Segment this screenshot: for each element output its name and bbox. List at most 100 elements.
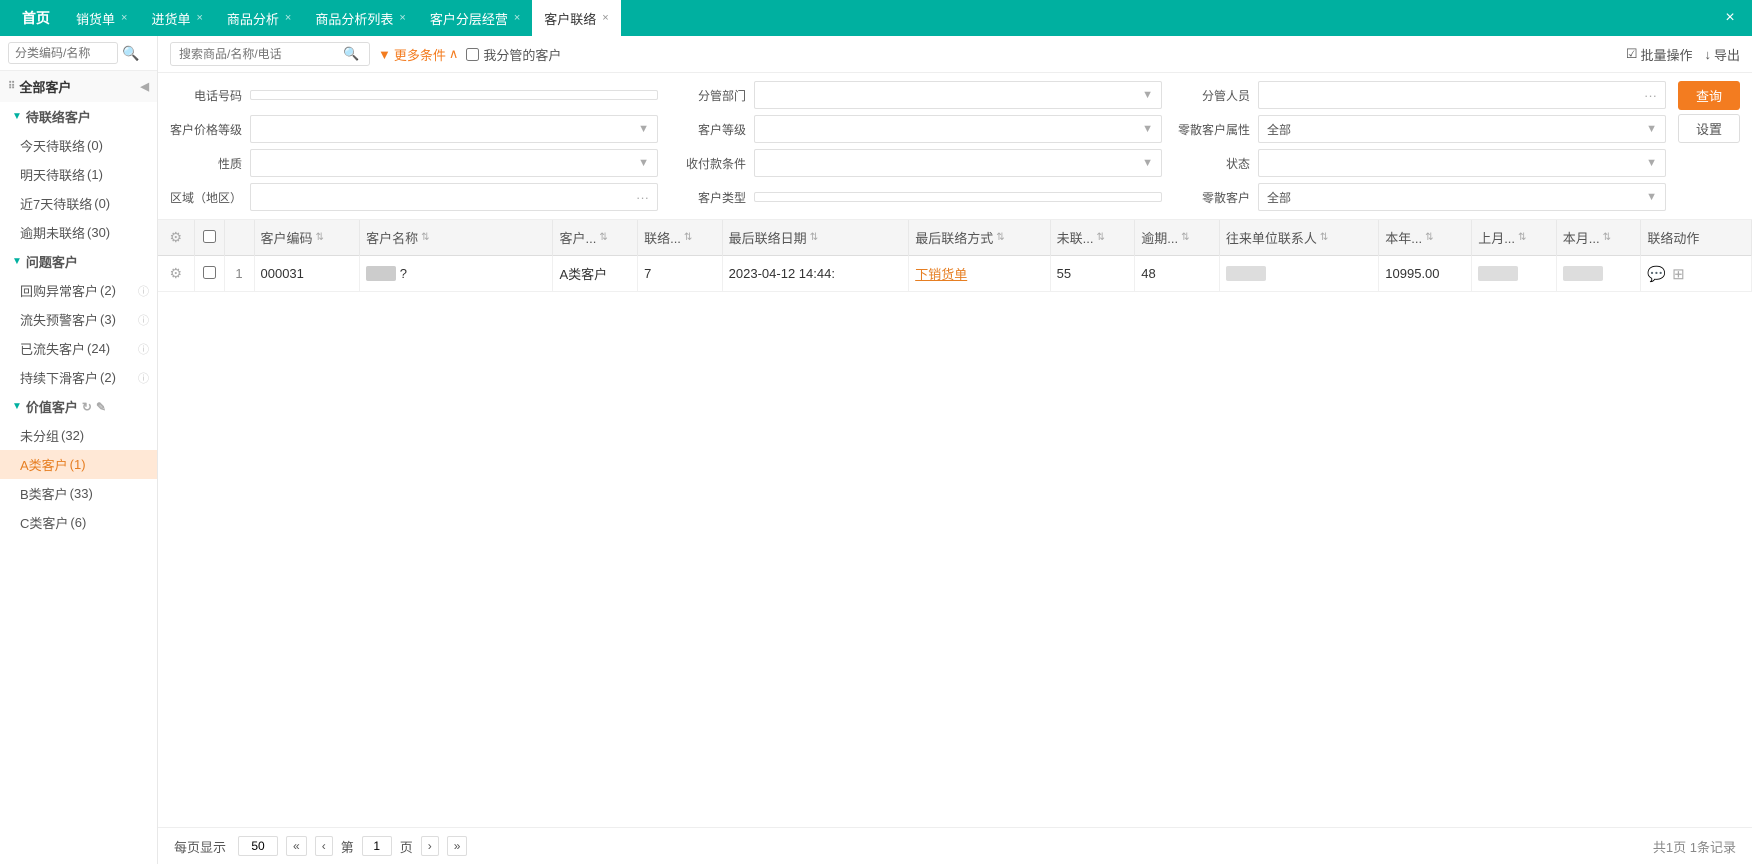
filter-icon: ▼ <box>378 47 391 62</box>
row-chat-icon[interactable]: 💬 <box>1647 265 1666 283</box>
sidebar-search-icon[interactable]: 🔍 <box>122 45 139 62</box>
sidebar-group-pending[interactable]: ▼ 待联络客户 <box>0 102 157 131</box>
sidebar-item-c-class[interactable]: C类客户 (6) <box>0 508 157 537</box>
row-code-cell: 000031 <box>254 256 360 292</box>
filter-manager-select[interactable]: ··· <box>1258 81 1666 109</box>
sidebar-item-today-pending[interactable]: 今天待联络 (0) <box>0 131 157 160</box>
sidebar-item-tomorrow-pending[interactable]: 明天待联络 (1) <box>0 160 157 189</box>
filter-phone-input[interactable] <box>250 90 658 100</box>
nav-tab-salesorder[interactable]: 销货单 × <box>64 0 139 36</box>
sidebar-item-b-class[interactable]: B类客户 (33) <box>0 479 157 508</box>
more-filter-button[interactable]: ▼ 更多条件 ∧ <box>378 45 458 64</box>
close-tab-custsegment-icon[interactable]: × <box>514 12 520 24</box>
filter-dept-select[interactable]: ▼ <box>754 81 1162 109</box>
nav-tab-productanalysis[interactable]: 商品分析 × <box>215 0 303 36</box>
row-link-icon[interactable]: ⊞ <box>1672 265 1685 283</box>
filter-retail-cust-label: 零散客户 <box>1178 189 1258 206</box>
nav-tab-custcontact[interactable]: 客户联络 × <box>532 0 620 36</box>
close-tab-custcontact-icon[interactable]: × <box>602 12 608 24</box>
nav-tab-productlist[interactable]: 商品分析列表 × <box>303 0 417 36</box>
sidebar-group-problem[interactable]: ▼ 问题客户 <box>0 247 157 276</box>
next-page-button[interactable]: › <box>421 836 439 856</box>
filter-payment-chevron-icon: ▼ <box>1142 157 1153 169</box>
toolbar-search-input[interactable] <box>179 47 339 61</box>
batch-operation-button[interactable]: ☑ 批量操作 <box>1626 45 1693 64</box>
sidebar-item-lost-warning[interactable]: 流失预警客户 (3) ⓘ <box>0 305 157 334</box>
filter-region: 区域（地区） ··· <box>170 183 658 211</box>
sidebar-group-value[interactable]: ▼ 价值客户 ↻ ✎ <box>0 392 157 421</box>
filter-actions: 查询 设置 <box>1678 81 1740 143</box>
info-icon-3[interactable]: ⓘ <box>138 341 149 357</box>
sidebar-all-customers[interactable]: ⠿ 全部客户 ◀ <box>0 71 157 102</box>
filter-payment-select[interactable]: ▼ <box>754 149 1162 177</box>
filter-cust-level-chevron-icon: ▼ <box>1142 123 1153 135</box>
last-page-button[interactable]: » <box>447 836 468 856</box>
filter-price-level-chevron-icon: ▼ <box>638 123 649 135</box>
close-tab-salesorder-icon[interactable]: × <box>121 12 127 24</box>
row-gear-icon[interactable]: ⚙ <box>169 265 182 281</box>
prev-page-button[interactable]: ‹ <box>315 836 333 856</box>
row-checkbox[interactable] <box>203 266 216 279</box>
col-unitcontact-header: 往来单位联系人 ⇅ <box>1219 220 1378 256</box>
filter-price-level-select[interactable]: ▼ <box>250 115 658 143</box>
nav-tab-purchaseorder[interactable]: 进货单 × <box>139 0 214 36</box>
info-icon-4[interactable]: ⓘ <box>138 370 149 386</box>
filter-nature: 性质 ▼ <box>170 149 658 177</box>
info-icon-2[interactable]: ⓘ <box>138 312 149 328</box>
current-page-input[interactable] <box>362 836 392 856</box>
collapse-sidebar-icon[interactable]: ◀ <box>141 80 149 93</box>
close-tab-purchaseorder-icon[interactable]: × <box>196 12 202 24</box>
triangle-icon-3: ▼ <box>12 401 22 412</box>
edit-icon[interactable]: ✎ <box>96 400 106 414</box>
toolbar: 🔍 ▼ 更多条件 ∧ 我分管的客户 ☑ 批量操作 ↓ 导出 <box>158 36 1752 73</box>
row-check-cell <box>194 256 224 292</box>
filter-nature-label: 性质 <box>170 155 250 172</box>
sidebar-item-declining[interactable]: 持续下滑客户 (2) ⓘ <box>0 363 157 392</box>
my-customer-checkbox[interactable] <box>466 48 479 61</box>
my-customer-checkbox-container[interactable]: 我分管的客户 <box>466 45 561 64</box>
close-tab-productanalysis-icon[interactable]: × <box>285 12 291 24</box>
toolbar-search-icon[interactable]: 🔍 <box>343 46 359 62</box>
table-settings-icon[interactable]: ⚙ <box>169 229 182 245</box>
row-thismonth-cell <box>1556 256 1641 292</box>
sidebar-item-7day-pending[interactable]: 近7天待联络 (0) <box>0 189 157 218</box>
export-button[interactable]: ↓ 导出 <box>1704 45 1740 64</box>
filter-nature-select[interactable]: ▼ <box>250 149 658 177</box>
sidebar-search-input[interactable] <box>8 42 118 64</box>
sort-lastmonth-icon: ⇅ <box>1518 232 1526 243</box>
sidebar-item-unclassified[interactable]: 未分组 (32) <box>0 421 157 450</box>
window-close-button[interactable]: × <box>1716 4 1744 32</box>
filter-price-level-label: 客户价格等级 <box>170 121 250 138</box>
sidebar-item-a-class[interactable]: A类客户 (1) <box>0 450 157 479</box>
refresh-icon[interactable]: ↻ <box>82 400 92 414</box>
query-button[interactable]: 查询 <box>1678 81 1740 110</box>
filter-manager-dots-icon[interactable]: ··· <box>1644 88 1657 103</box>
sidebar-item-repurchase-abnormal[interactable]: 回购异常客户 (2) ⓘ <box>0 276 157 305</box>
nav-home[interactable]: 首页 <box>8 0 64 36</box>
triangle-icon-2: ▼ <box>12 256 22 267</box>
filter-cust-type-label: 客户类型 <box>674 189 754 206</box>
close-tab-productlist-icon[interactable]: × <box>399 12 405 24</box>
info-icon-1[interactable]: ⓘ <box>138 283 149 299</box>
setting-button[interactable]: 设置 <box>1678 114 1740 143</box>
filter-manager-label: 分管人员 <box>1178 87 1258 104</box>
row-action-icons: 💬 ⊞ <box>1647 265 1745 283</box>
select-all-checkbox[interactable] <box>203 230 216 243</box>
first-page-button[interactable]: « <box>286 836 307 856</box>
filter-cust-level-select[interactable]: ▼ <box>754 115 1162 143</box>
sidebar-item-already-lost[interactable]: 已流失客户 (24) ⓘ <box>0 334 157 363</box>
filter-retail-cust-select[interactable]: 全部 ▼ <box>1258 183 1666 211</box>
row-lastmethod-link[interactable]: 下销货单 <box>915 267 967 282</box>
col-settings-header: ⚙ <box>158 220 194 256</box>
sidebar-item-overdue-pending[interactable]: 逾期未联络 (30) <box>0 218 157 247</box>
row-overdue-cell: 48 <box>1135 256 1220 292</box>
page-size-input[interactable] <box>238 836 278 856</box>
filter-status-select[interactable]: ▼ <box>1258 149 1666 177</box>
row-num-cell: 1 <box>224 256 254 292</box>
filter-region-dots-icon[interactable]: ··· <box>636 190 649 205</box>
nav-tab-custsegment[interactable]: 客户分层经营 × <box>418 0 532 36</box>
filter-cust-type-input[interactable] <box>754 192 1162 202</box>
filter-retail-attr-select[interactable]: 全部 ▼ <box>1258 115 1666 143</box>
sort-thisyear-icon: ⇅ <box>1425 232 1433 243</box>
filter-region-select[interactable]: ··· <box>250 183 658 211</box>
